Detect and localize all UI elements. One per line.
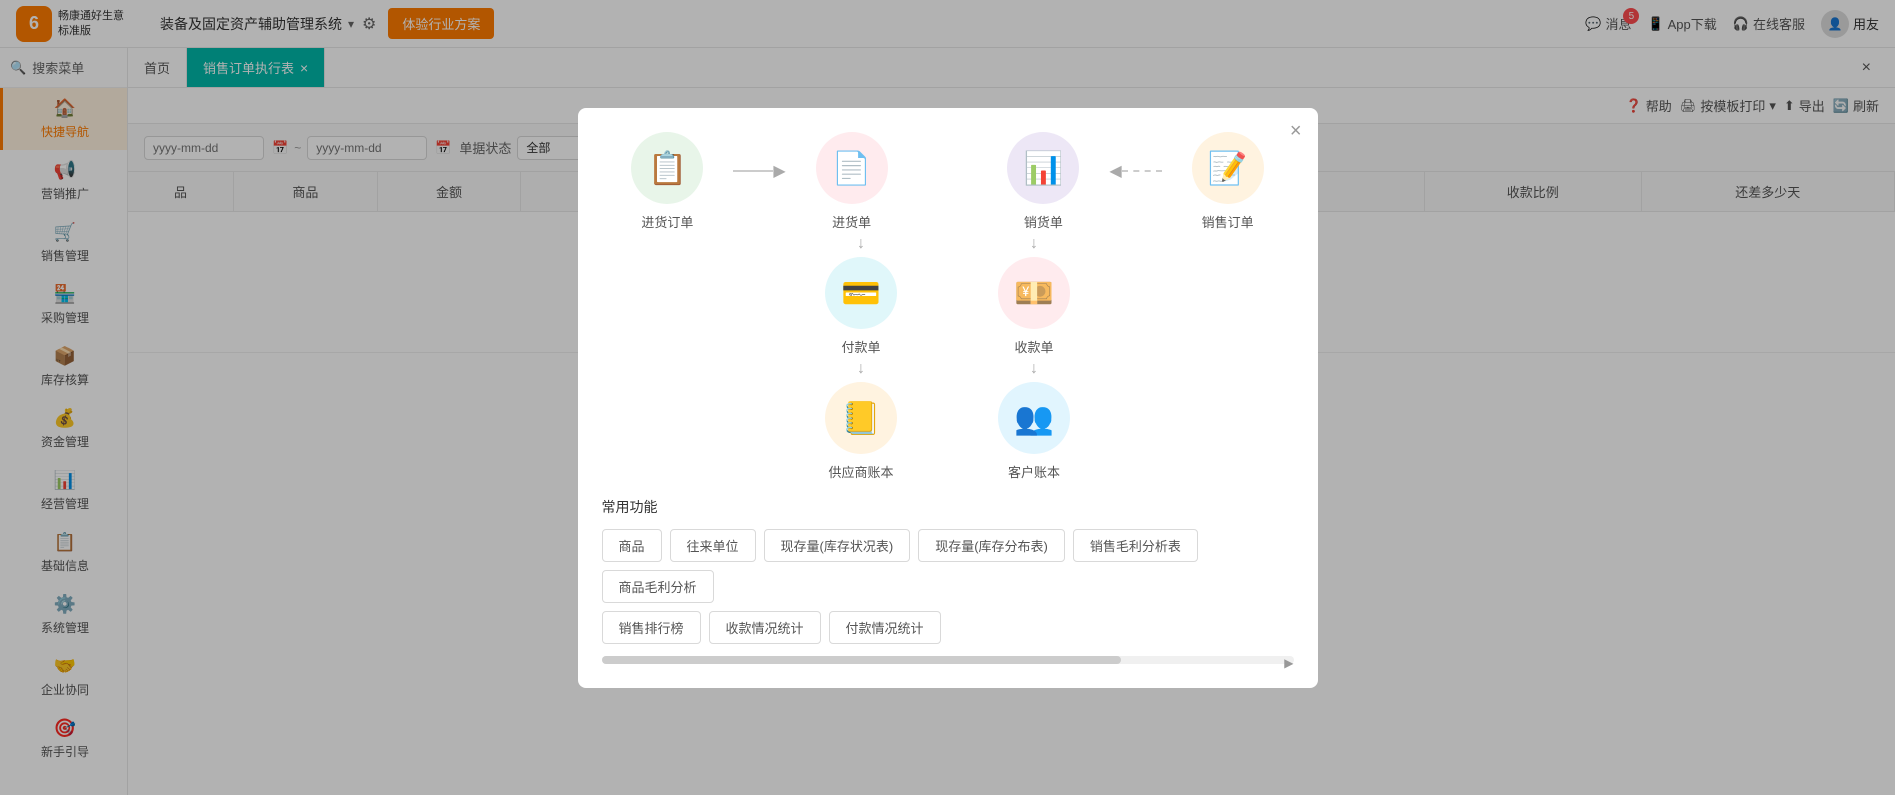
func-receipt-stats[interactable]: 收款情况统计 [709,611,821,644]
modal-overlay[interactable]: × 📋 进货订单 ▶ 📄 进货单 [0,0,1895,795]
flow-purchase-bill-label: 进货单 [832,212,871,231]
func-goods-gross[interactable]: 商品毛利分析 [602,570,714,603]
flow-customer-ledger-label: 客户账本 [1008,462,1060,481]
flow-purchase-order[interactable]: 📋 进货订单 [602,132,734,231]
flow-payment-label: 付款单 [841,337,880,356]
func-counterparts[interactable]: 往来单位 [670,529,756,562]
common-functions-section: 常用功能 商品 往来单位 现存量(库存状况表) 现存量(库存分布表) 销售毛利分… [602,497,1294,644]
flow-sale-order[interactable]: 📝 销售订单 [1162,132,1294,231]
func-stock-status[interactable]: 现存量(库存状况表) [764,529,911,562]
func-sales-gross[interactable]: 销售毛利分析表 [1073,529,1198,562]
flow-purchase-order-label: 进货订单 [641,212,693,231]
modal-close-button[interactable]: × [1290,120,1302,143]
flow-sale-order-label: 销售订单 [1202,212,1254,231]
modal-scrollbar-arrow[interactable]: ▶ [1284,656,1293,670]
quick-nav-modal: × 📋 进货订单 ▶ 📄 进货单 [578,108,1318,688]
common-functions-row2: 销售排行榜 收款情况统计 付款情况统计 [602,611,1294,644]
flow-supplier-ledger-label: 供应商账本 [828,462,893,481]
flow-payment[interactable]: 💳 付款单 [775,257,948,356]
flow-customer-ledger[interactable]: 👥 客户账本 [948,382,1121,481]
flow-receipt[interactable]: 💴 收款单 [948,257,1121,356]
func-payment-stats[interactable]: 付款情况统计 [829,611,941,644]
func-sales-rank[interactable]: 销售排行榜 [602,611,701,644]
modal-scrollbar[interactable]: ▶ [602,656,1294,664]
modal-scrollbar-thumb[interactable] [602,656,1121,664]
flow-sale-bill[interactable]: 📊 销货单 [978,132,1110,231]
func-goods[interactable]: 商品 [602,529,662,562]
flow-supplier-ledger[interactable]: 📒 供应商账本 [775,382,948,481]
flow-receipt-label: 收款单 [1014,337,1053,356]
flow-purchase-bill[interactable]: 📄 进货单 [786,132,918,231]
flow-sale-bill-label: 销货单 [1024,212,1063,231]
common-functions-title: 常用功能 [602,497,1294,517]
func-stock-dist[interactable]: 现存量(库存分布表) [918,529,1065,562]
common-functions-row1: 商品 往来单位 现存量(库存状况表) 现存量(库存分布表) 销售毛利分析表 商品… [602,529,1294,603]
